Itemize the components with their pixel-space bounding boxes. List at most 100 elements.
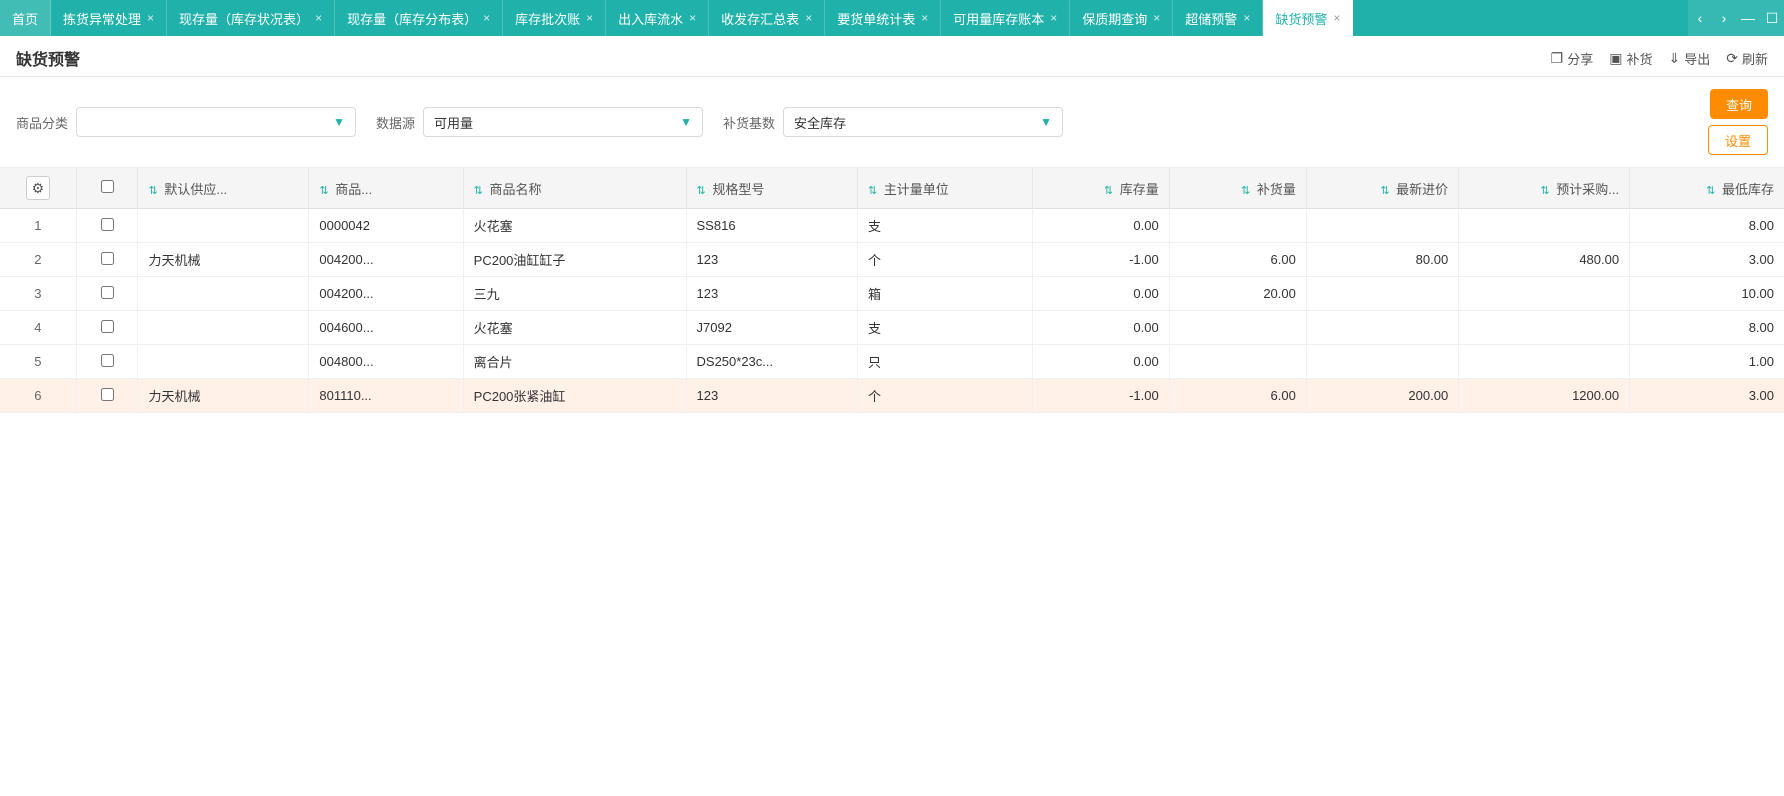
tab-close-expiry-query[interactable]: ×	[1153, 11, 1160, 25]
cell-supplier	[138, 311, 309, 345]
cell-stock: 0.00	[1032, 209, 1169, 243]
export-icon: ⇓	[1669, 50, 1681, 67]
cell-supplier: 力天机械	[138, 379, 309, 413]
replenish-icon: ▣	[1609, 50, 1622, 67]
tab-shortage-warning[interactable]: 缺货预警 ×	[1263, 0, 1353, 36]
cell-index: 1	[0, 209, 76, 243]
cell-replenish	[1169, 311, 1306, 345]
cell-index: 4	[0, 311, 76, 345]
row-checkbox[interactable]	[101, 218, 114, 231]
tab-close-receipt-summary[interactable]: ×	[805, 11, 812, 25]
th-min-stock: ⇅ 最低库存	[1630, 168, 1784, 209]
export-button[interactable]: ⇓ 导出	[1669, 49, 1711, 68]
tab-expiry-query[interactable]: 保质期查询 ×	[1070, 0, 1173, 36]
tab-maximize[interactable]: ☐	[1760, 0, 1784, 36]
row-checkbox[interactable]	[101, 286, 114, 299]
tab-nav-next[interactable]: ›	[1712, 0, 1736, 36]
cell-code: 004200...	[309, 277, 463, 311]
page-header: 缺货预警 ❐ 分享 ▣ 补货 ⇓ 导出 ⟳ 刷新	[0, 36, 1784, 77]
cell-supplier	[138, 277, 309, 311]
tab-inout-flow[interactable]: 出入库流水 ×	[606, 0, 709, 36]
sort-price-icon: ⇅	[1380, 185, 1389, 197]
category-select[interactable]: ▼	[76, 107, 356, 137]
tab-minimize[interactable]: —	[1736, 0, 1760, 36]
tab-close-batch-account[interactable]: ×	[586, 11, 593, 25]
category-arrow-icon: ▼	[333, 115, 345, 129]
datasource-select[interactable]: 可用量 ▼	[423, 107, 703, 137]
cell-supplier	[138, 209, 309, 243]
page-content: 缺货预警 ❐ 分享 ▣ 补货 ⇓ 导出 ⟳ 刷新 商品分类	[0, 36, 1784, 796]
filter-datasource-group: 数据源 可用量 ▼	[376, 107, 703, 137]
cell-min-stock: 1.00	[1630, 345, 1784, 379]
tab-home[interactable]: 首页	[0, 0, 51, 36]
filter-replenish-group: 补货基数 安全库存 ▼	[723, 107, 1063, 137]
refresh-button[interactable]: ⟳ 刷新	[1726, 49, 1768, 68]
row-checkbox[interactable]	[101, 320, 114, 333]
sort-code-icon: ⇅	[319, 185, 328, 197]
replenish-base-select[interactable]: 安全库存 ▼	[783, 107, 1063, 137]
tab-available-account[interactable]: 可用量库存账本 ×	[941, 0, 1070, 36]
cell-replenish: 20.00	[1169, 277, 1306, 311]
tab-nav-prev[interactable]: ‹	[1688, 0, 1712, 36]
tab-inventory-dist[interactable]: 现存量（库存分布表） ×	[335, 0, 503, 36]
th-spec: ⇅ 规格型号	[686, 168, 857, 209]
column-settings-icon[interactable]: ⚙	[26, 176, 50, 200]
row-checkbox[interactable]	[101, 354, 114, 367]
row-checkbox[interactable]	[101, 252, 114, 265]
table-wrapper: ⚙ ⇅ 默认供应... ⇅ 商品... ⇅ 商品名称	[0, 168, 1784, 413]
select-all-checkbox[interactable]	[101, 180, 114, 193]
row-checkbox[interactable]	[101, 388, 114, 401]
datasource-label: 数据源	[376, 113, 415, 132]
sort-minstock-icon: ⇅	[1706, 185, 1715, 197]
cell-min-stock: 8.00	[1630, 311, 1784, 345]
cell-spec: 123	[686, 379, 857, 413]
tab-close-overstock-warning[interactable]: ×	[1243, 11, 1250, 25]
tab-close-purchase-stats[interactable]: ×	[921, 11, 928, 25]
tab-close-picking[interactable]: ×	[147, 11, 154, 25]
replenish-base-value: 安全库存	[794, 113, 846, 132]
tab-close-available-account[interactable]: ×	[1050, 11, 1057, 25]
cell-est-purchase	[1459, 345, 1630, 379]
setting-button[interactable]: 设置	[1708, 125, 1768, 155]
cell-unit: 个	[857, 379, 1032, 413]
cell-spec: 123	[686, 277, 857, 311]
th-latest-price: ⇅ 最新进价	[1306, 168, 1458, 209]
share-button[interactable]: ❐ 分享	[1551, 49, 1594, 68]
tab-inventory-status[interactable]: 现存量（库存状况表） ×	[167, 0, 335, 36]
cell-est-purchase	[1459, 209, 1630, 243]
cell-latest-price	[1306, 277, 1458, 311]
table-row: 3 004200... 三九 123 箱 0.00 20.00 10.00	[0, 277, 1784, 311]
tab-receipt-summary[interactable]: 收发存汇总表 ×	[709, 0, 825, 36]
sort-supplier-icon: ⇅	[148, 185, 157, 197]
cell-min-stock: 3.00	[1630, 243, 1784, 277]
table-header-row: ⚙ ⇅ 默认供应... ⇅ 商品... ⇅ 商品名称	[0, 168, 1784, 209]
tab-purchase-stats[interactable]: 要货单统计表 ×	[825, 0, 941, 36]
datasource-arrow-icon: ▼	[680, 115, 692, 129]
tab-batch-account[interactable]: 库存批次账 ×	[503, 0, 606, 36]
query-button[interactable]: 查询	[1710, 89, 1768, 119]
category-label: 商品分类	[16, 113, 68, 132]
sort-replenish-icon: ⇅	[1241, 185, 1250, 197]
tab-close-shortage-warning[interactable]: ×	[1333, 11, 1340, 25]
share-icon: ❐	[1551, 50, 1564, 67]
cell-min-stock: 8.00	[1630, 209, 1784, 243]
th-unit: ⇅ 主计量单位	[857, 168, 1032, 209]
tab-close-inout-flow[interactable]: ×	[689, 11, 696, 25]
cell-min-stock: 3.00	[1630, 379, 1784, 413]
sort-spec-icon: ⇅	[697, 185, 706, 197]
tab-picking[interactable]: 拣货异常处理 ×	[51, 0, 167, 36]
tab-close-inventory-status[interactable]: ×	[315, 11, 322, 25]
cell-code: 0000042	[309, 209, 463, 243]
tab-overstock-warning[interactable]: 超储预警 ×	[1173, 0, 1263, 36]
cell-replenish: 6.00	[1169, 379, 1306, 413]
table-row: 1 0000042 火花塞 SS816 支 0.00 8.00	[0, 209, 1784, 243]
cell-unit: 箱	[857, 277, 1032, 311]
cell-stock: -1.00	[1032, 379, 1169, 413]
sort-purchase-icon: ⇅	[1540, 185, 1549, 197]
cell-name: PC200张紧油缸	[463, 379, 686, 413]
replenish-button[interactable]: ▣ 补货	[1609, 49, 1652, 68]
replenish-base-arrow-icon: ▼	[1040, 115, 1052, 129]
tab-close-inventory-dist[interactable]: ×	[483, 11, 490, 25]
cell-stock: 0.00	[1032, 345, 1169, 379]
cell-est-purchase: 1200.00	[1459, 379, 1630, 413]
